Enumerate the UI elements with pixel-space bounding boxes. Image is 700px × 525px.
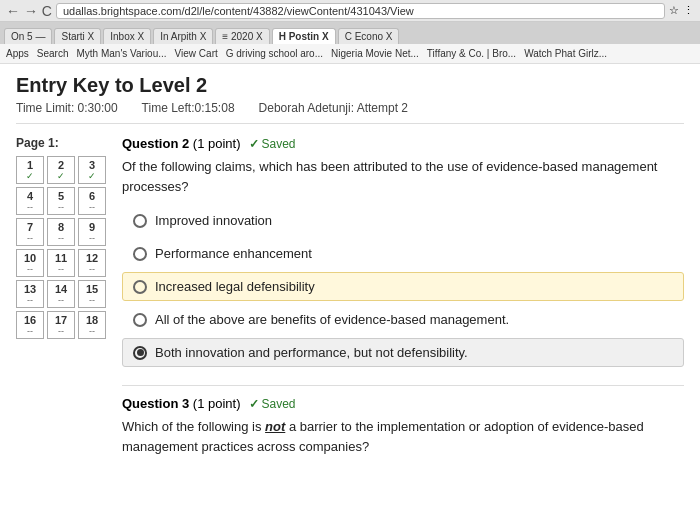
bookmarks-bar: Apps Search Myth Man's Variou... View Cart G… (0, 44, 700, 64)
answer-option-q2c[interactable]: Increased legal defensibility (122, 272, 684, 301)
attempt-label: Deborah Adetunji: Attempt 2 (259, 101, 408, 115)
nav-cell-5[interactable]: 5-- (47, 187, 75, 215)
browser-tab[interactable]: In Arpith X (153, 28, 213, 44)
browser-tab[interactable]: On 5 — (4, 28, 52, 44)
sidebar: Page 1: 1✓2✓3✓ 4--5--6-- 7--8--9-- 10--11--… (16, 136, 106, 474)
answer-text-q2d: All of the above are benefits of evidenc… (155, 312, 509, 327)
page-title: Entry Key to Level 2 (16, 74, 684, 97)
nav-cell-14[interactable]: 14-- (47, 280, 75, 308)
nav-cell-15[interactable]: 15-- (78, 280, 106, 308)
answer-text-q2a: Improved innovation (155, 213, 272, 228)
answer-option-q2b[interactable]: Performance enhancement (122, 239, 684, 268)
question-3-saved: Saved (249, 397, 296, 411)
question-3-header: Question 3 (1 point) Saved (122, 396, 684, 411)
radio-q2c (133, 280, 147, 294)
nav-cell-16[interactable]: 16-- (16, 311, 44, 339)
nav-cell-1[interactable]: 1✓ (16, 156, 44, 184)
question-2-text: Of the following claims, which has been … (122, 157, 684, 196)
page-content: Entry Key to Level 2 Time Limit: 0:30:00… (0, 64, 700, 525)
nav-cell-17[interactable]: 17-- (47, 311, 75, 339)
time-limit: Time Limit: 0:30:00 (16, 101, 118, 115)
page-label: Page 1: (16, 136, 106, 150)
answer-text-q2b: Performance enhancement (155, 246, 312, 261)
question-2-header: Question 2 (1 point) Saved (122, 136, 684, 151)
nav-cell-7[interactable]: 7-- (16, 218, 44, 246)
answer-option-q2d[interactable]: All of the above are benefits of evidenc… (122, 305, 684, 334)
question-2-title: Question 2 (1 point) (122, 136, 241, 151)
bookmark-item[interactable]: View Cart (175, 48, 218, 59)
bookmark-item[interactable]: Watch Phat Girlz... (524, 48, 607, 59)
bookmark-item[interactable]: Search (37, 48, 69, 59)
question-2-saved: Saved (249, 137, 296, 151)
browser-tab[interactable]: C Econo X (338, 28, 400, 44)
nav-cell-3[interactable]: 3✓ (78, 156, 106, 184)
nav-grid: 1✓2✓3✓ 4--5--6-- 7--8--9-- 10--11--12-- 13--… (16, 156, 106, 339)
answer-option-q2a[interactable]: Improved innovation (122, 206, 684, 235)
browser-tab[interactable]: ≡ 2020 X (215, 28, 269, 44)
nav-cell-13[interactable]: 13-- (16, 280, 44, 308)
nav-cell-8[interactable]: 8-- (47, 218, 75, 246)
browser-tab[interactable]: H Postin X (272, 28, 336, 44)
question-3-title: Question 3 (1 point) (122, 396, 241, 411)
radio-q2a (133, 214, 147, 228)
browser-tab[interactable]: Inbox X (103, 28, 151, 44)
browser-bar: ← → C udallas.brightspace.com/d2l/le/con… (0, 0, 700, 22)
nav-cell-9[interactable]: 9-- (78, 218, 106, 246)
question-3-block: Question 3 (1 point) Saved Which of the … (122, 396, 684, 456)
nav-cell-6[interactable]: 6-- (78, 187, 106, 215)
question-2-block: Question 2 (1 point) Saved Of the follow… (122, 136, 684, 367)
question-3-text: Which of the following is not a barrier … (122, 417, 684, 456)
radio-q2e (133, 346, 147, 360)
back-button[interactable]: ← → C (6, 3, 52, 19)
nav-cell-11[interactable]: 11-- (47, 249, 75, 277)
nav-cell-12[interactable]: 12-- (78, 249, 106, 277)
main-layout: Page 1: 1✓2✓3✓ 4--5--6-- 7--8--9-- 10--11--… (16, 136, 684, 474)
nav-cell-18[interactable]: 18-- (78, 311, 106, 339)
url-bar[interactable]: udallas.brightspace.com/d2l/le/content/4… (56, 3, 665, 19)
nav-cell-4[interactable]: 4-- (16, 187, 44, 215)
tab-bar: On 5 —Starti XInbox XIn Arpith X≡ 2020 X… (0, 22, 700, 44)
time-left: Time Left:0:15:08 (142, 101, 235, 115)
nav-cell-2[interactable]: 2✓ (47, 156, 75, 184)
answer-text-q2e: Both innovation and performance, but not… (155, 345, 468, 360)
divider (122, 385, 684, 386)
browser-tab[interactable]: Starti X (54, 28, 101, 44)
bookmark-item[interactable]: Apps (6, 48, 29, 59)
bookmark-item[interactable]: Nigeria Movie Net... (331, 48, 419, 59)
bookmark-item[interactable]: G driving school aro... (226, 48, 323, 59)
info-row: Time Limit: 0:30:00 Time Left:0:15:08 De… (16, 101, 684, 124)
nav-cell-10[interactable]: 10-- (16, 249, 44, 277)
radio-q2b (133, 247, 147, 261)
star-icon: ☆ (669, 4, 679, 17)
bookmark-item[interactable]: Myth Man's Variou... (76, 48, 166, 59)
menu-icon: ⋮ (683, 4, 694, 17)
question-2-options: Improved innovation Performance enhanceme… (122, 206, 684, 367)
answer-option-q2e[interactable]: Both innovation and performance, but not… (122, 338, 684, 367)
bookmark-item[interactable]: Tiffany & Co. | Bro... (427, 48, 516, 59)
radio-q2d (133, 313, 147, 327)
answer-text-q2c: Increased legal defensibility (155, 279, 315, 294)
questions-area: Question 2 (1 point) Saved Of the follow… (122, 136, 684, 474)
